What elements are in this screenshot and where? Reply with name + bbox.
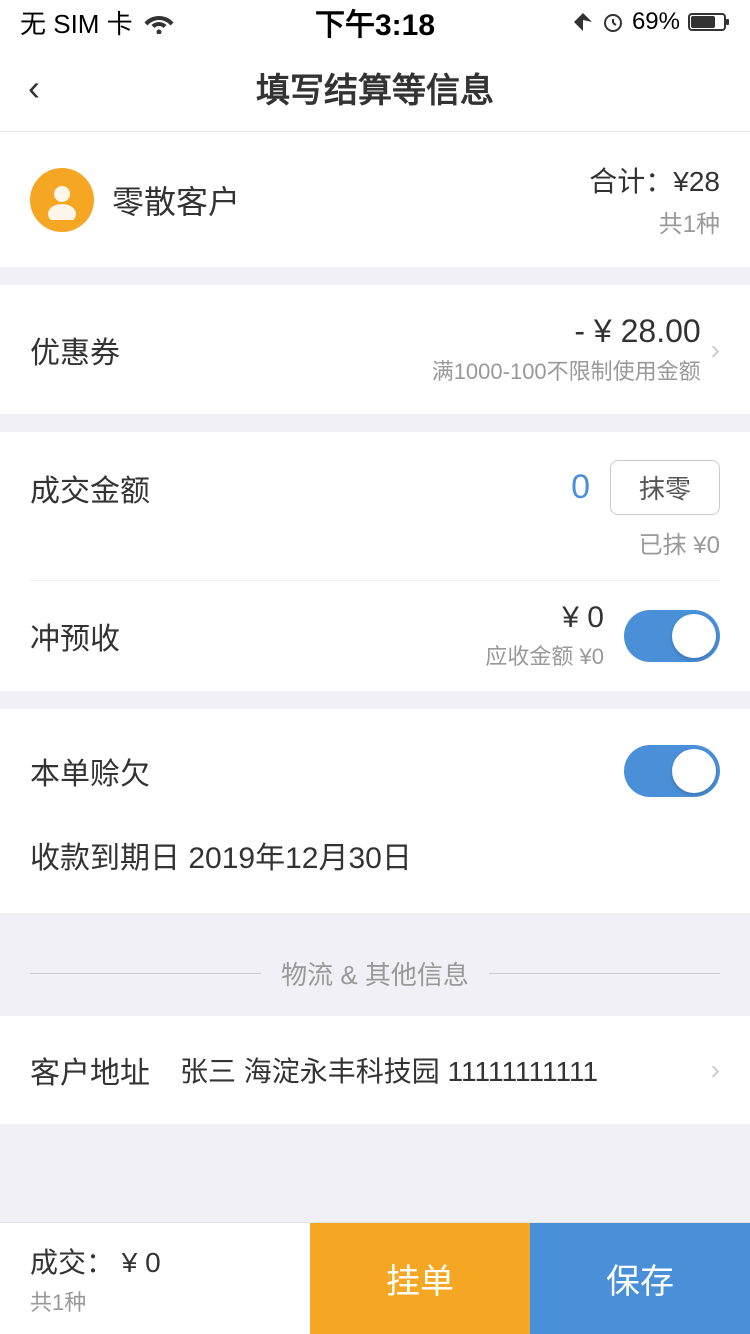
status-left: 无 SIM 卡: [20, 4, 175, 41]
address-field-label: 客户地址: [30, 1048, 150, 1092]
debt-label: 本单赊欠: [30, 749, 150, 793]
logistics-line-left: [30, 973, 261, 974]
logistics-header: 物流 & 其他信息: [0, 931, 750, 1016]
address-section[interactable]: 客户地址 张三 海淀永丰科技园 11111111111 ›: [0, 1016, 750, 1124]
round-zero-button[interactable]: 抹零: [610, 460, 720, 515]
save-button[interactable]: 保存: [530, 1223, 750, 1334]
prepay-label: 冲预收: [30, 614, 120, 658]
prepay-toggle[interactable]: [624, 610, 720, 662]
battery-icon: [688, 11, 730, 33]
due-date-row: 收款到期日 2019年12月30日: [0, 833, 750, 913]
content: 零散客户 合计：¥28 共1种 优惠券 - ¥ 28.00 满1000-100不…: [0, 132, 750, 1262]
bottom-count: 共1种: [30, 1285, 310, 1317]
avatar: [30, 168, 94, 232]
nav-bar: ‹ 填写结算等信息: [0, 44, 750, 132]
customer-row: 零散客户 合计：¥28 共1种: [0, 132, 750, 267]
total-count: 共1种: [589, 204, 720, 239]
bottom-deal: 成交： ¥ 0: [30, 1241, 310, 1281]
prepay-receivable: 应收金额 ¥0: [485, 639, 604, 671]
coupon-section[interactable]: 优惠券 - ¥ 28.00 满1000-100不限制使用金额 ›: [0, 285, 750, 414]
battery-percent: 69%: [632, 8, 680, 36]
transaction-amount-value[interactable]: 0: [571, 468, 590, 507]
coupon-discount: - ¥ 28.00: [432, 313, 701, 350]
prepay-right: ¥ 0 应收金额 ¥0: [485, 601, 720, 671]
bottom-bar: 成交： ¥ 0 共1种 挂单 保存: [0, 1222, 750, 1334]
coupon-right: - ¥ 28.00 满1000-100不限制使用金额 ›: [432, 313, 720, 386]
customer-left: 零散客户: [30, 168, 240, 232]
amount-sub: 已抹 ¥0: [0, 525, 750, 580]
location-icon: [572, 11, 594, 33]
back-button[interactable]: ‹: [28, 67, 40, 109]
logistics-section: 物流 & 其他信息: [0, 931, 750, 1016]
due-date-value[interactable]: 2019年12月30日: [188, 842, 411, 875]
wifi-icon: [143, 10, 175, 34]
alarm-icon: [602, 11, 624, 33]
status-bar: 无 SIM 卡 下午3:18 69%: [0, 0, 750, 44]
total-amount: 合计：¥28: [589, 160, 720, 200]
status-right: 69%: [572, 8, 730, 36]
prepay-value-block: ¥ 0 应收金额 ¥0: [485, 601, 604, 671]
prepay-amount: ¥ 0: [485, 601, 604, 635]
transaction-amount-label: 成交金额: [30, 466, 150, 510]
address-chevron-icon: ›: [711, 1054, 720, 1086]
address-row[interactable]: 客户地址 张三 海淀永丰科技园 11111111111 ›: [0, 1016, 750, 1124]
transaction-section: 成交金额 0 抹零 已抹 ¥0 冲预收 ¥ 0 应收金额 ¥0: [0, 432, 750, 691]
page-title: 填写结算等信息: [256, 63, 494, 112]
customer-name: 零散客户: [112, 177, 240, 223]
customer-right: 合计：¥28 共1种: [589, 160, 720, 239]
coupon-label: 优惠券: [30, 328, 120, 372]
bottom-deal-value: ¥ 0: [122, 1247, 161, 1278]
status-time: 下午3:18: [315, 0, 435, 44]
bottom-info: 成交： ¥ 0 共1种: [0, 1241, 310, 1317]
due-date-label: 收款到期日: [30, 842, 180, 875]
hold-button[interactable]: 挂单: [310, 1223, 530, 1334]
sim-status: 无 SIM 卡: [20, 4, 133, 41]
logistics-title: 物流 & 其他信息: [281, 955, 469, 992]
transaction-amount-row: 成交金额 0 抹零: [0, 432, 750, 525]
customer-section: 零散客户 合计：¥28 共1种: [0, 132, 750, 267]
coupon-desc: 满1000-100不限制使用金额: [432, 354, 701, 386]
debt-row: 本单赊欠: [0, 709, 750, 833]
debt-toggle[interactable]: [624, 745, 720, 797]
coupon-chevron-icon: ›: [711, 334, 720, 366]
coupon-row[interactable]: 优惠券 - ¥ 28.00 满1000-100不限制使用金额 ›: [0, 285, 750, 414]
amount-right: 0 抹零: [571, 460, 720, 515]
prepay-row: 冲预收 ¥ 0 应收金额 ¥0: [0, 581, 750, 691]
coupon-value-block: - ¥ 28.00 满1000-100不限制使用金额: [432, 313, 701, 386]
address-left: 客户地址 张三 海淀永丰科技园 11111111111: [30, 1048, 598, 1092]
logistics-line-right: [489, 973, 720, 974]
bottom-deal-label: 成交：: [30, 1247, 114, 1278]
address-value: 张三 海淀永丰科技园 11111111111: [180, 1050, 598, 1090]
debt-section: 本单赊欠 收款到期日 2019年12月30日: [0, 709, 750, 913]
